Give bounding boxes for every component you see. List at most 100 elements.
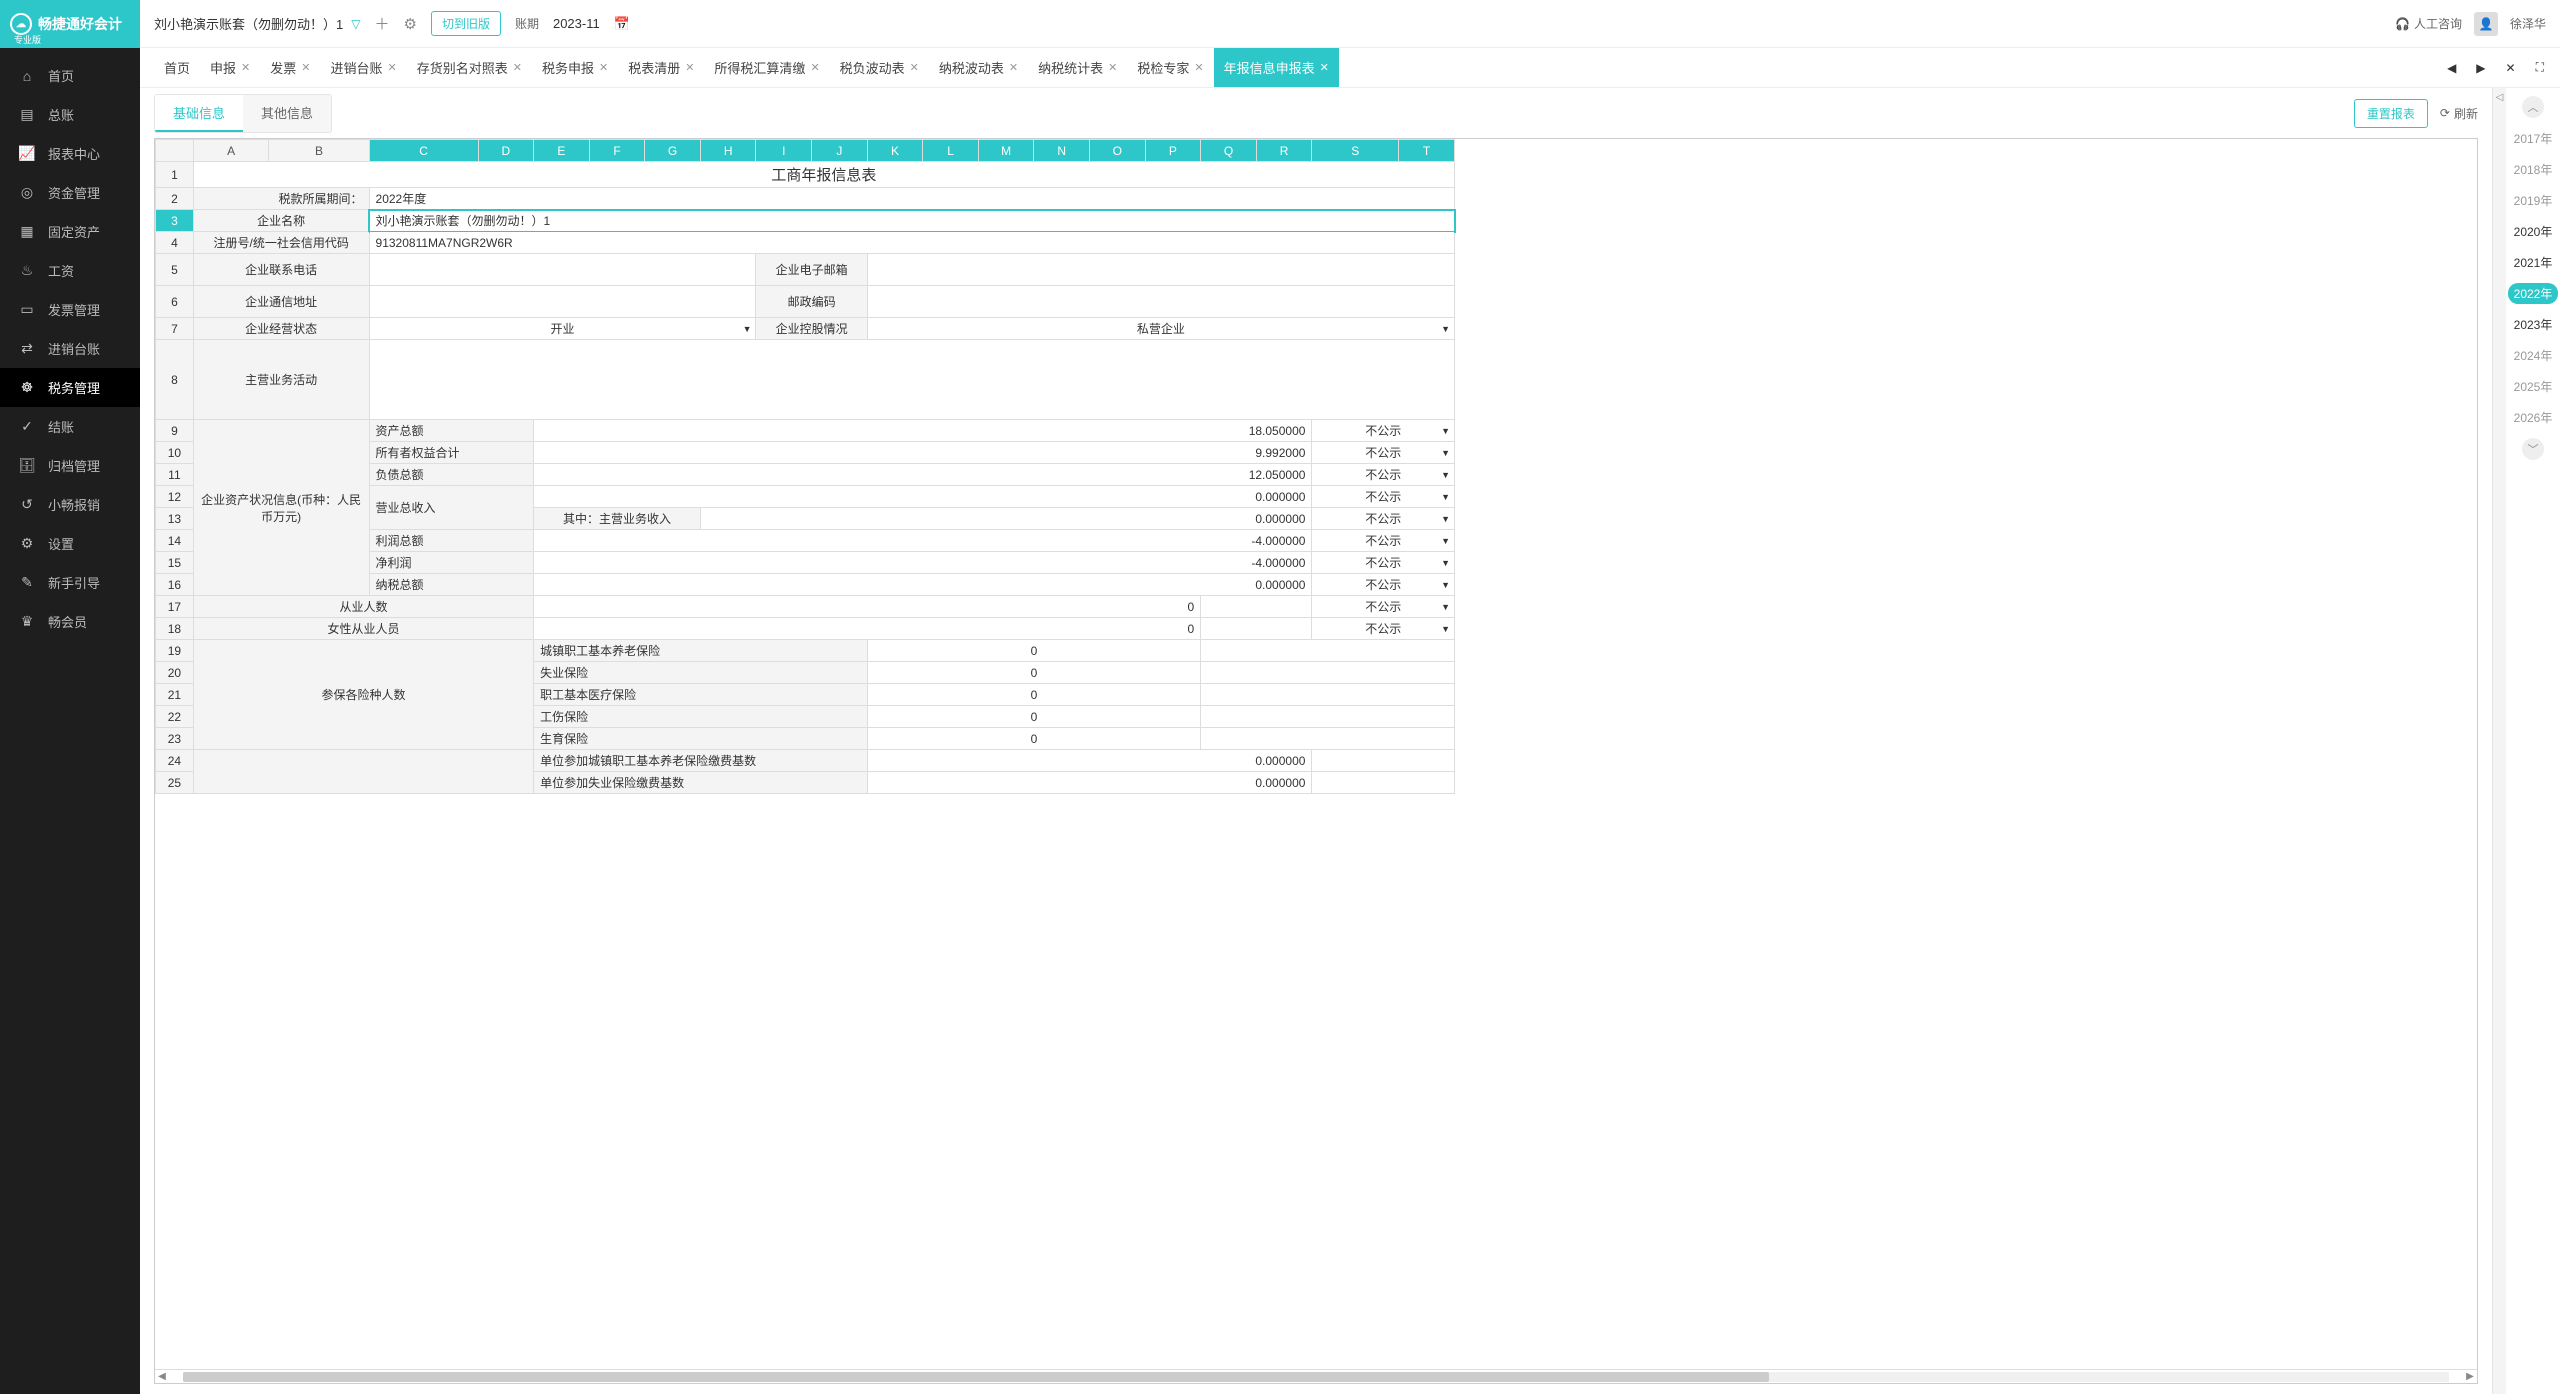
tab-close-icon[interactable]: ✕ bbox=[685, 61, 694, 74]
r22-blank[interactable] bbox=[1201, 706, 1455, 728]
col-header-L[interactable]: L bbox=[923, 140, 979, 162]
gear-icon[interactable]: ⚙ bbox=[403, 15, 416, 33]
col-header-G[interactable]: G bbox=[645, 140, 701, 162]
row-header-11[interactable]: 11 bbox=[156, 464, 194, 486]
nav-item-6[interactable]: ▭发票管理 bbox=[0, 290, 140, 329]
subtab-basic[interactable]: 基础信息 bbox=[155, 95, 243, 132]
dropdown-icon[interactable]: ▼ bbox=[1441, 426, 1450, 436]
r14-vis[interactable]: 不公示▼ bbox=[1312, 530, 1455, 552]
col-header-J[interactable]: J bbox=[812, 140, 868, 162]
col-header-T[interactable]: T bbox=[1399, 140, 1455, 162]
year-item-2020年[interactable]: 2020年 bbox=[2514, 221, 2553, 242]
col-header-O[interactable]: O bbox=[1090, 140, 1146, 162]
r11-value[interactable]: 12.050000 bbox=[534, 464, 1312, 486]
tab-8[interactable]: 税负波动表✕ bbox=[830, 48, 929, 87]
col-header-corner[interactable] bbox=[156, 140, 194, 162]
col-header-S[interactable]: S bbox=[1312, 140, 1399, 162]
tab-10[interactable]: 纳税统计表✕ bbox=[1028, 48, 1127, 87]
row-header-16[interactable]: 16 bbox=[156, 574, 194, 596]
col-header-C[interactable]: C bbox=[369, 140, 478, 162]
year-up-icon[interactable]: ︿ bbox=[2522, 96, 2544, 118]
dropdown-icon[interactable]: ▼ bbox=[1441, 580, 1450, 590]
col-header-F[interactable]: F bbox=[589, 140, 645, 162]
tab-4[interactable]: 存货别名对照表✕ bbox=[407, 48, 532, 87]
period-value-cell[interactable]: 2022年度 bbox=[369, 188, 1454, 210]
row-header-20[interactable]: 20 bbox=[156, 662, 194, 684]
holding-cell[interactable]: 私营企业▼ bbox=[867, 318, 1454, 340]
tab-close-icon[interactable]: ✕ bbox=[1194, 61, 1203, 74]
col-header-K[interactable]: K bbox=[867, 140, 923, 162]
row-header-2[interactable]: 2 bbox=[156, 188, 194, 210]
r24-value[interactable]: 0.000000 bbox=[867, 750, 1312, 772]
row-header-9[interactable]: 9 bbox=[156, 420, 194, 442]
r19-value[interactable]: 0 bbox=[867, 640, 1201, 662]
r15-value[interactable]: -4.000000 bbox=[534, 552, 1312, 574]
r11-vis[interactable]: 不公示▼ bbox=[1312, 464, 1455, 486]
status-cell[interactable]: 开业▼ bbox=[369, 318, 756, 340]
dropdown-icon[interactable]: ▼ bbox=[1441, 514, 1450, 524]
tab-11[interactable]: 税检专家✕ bbox=[1127, 48, 1213, 87]
nav-item-2[interactable]: 📈报表中心 bbox=[0, 134, 140, 173]
nav-item-1[interactable]: ▤总账 bbox=[0, 95, 140, 134]
row-header-8[interactable]: 8 bbox=[156, 340, 194, 420]
r20-value[interactable]: 0 bbox=[867, 662, 1201, 684]
row-header-17[interactable]: 17 bbox=[156, 596, 194, 618]
nav-item-13[interactable]: ✎新手引导 bbox=[0, 563, 140, 602]
nav-item-3[interactable]: ◎资金管理 bbox=[0, 173, 140, 212]
dropdown-icon[interactable]: ▼ bbox=[743, 324, 752, 334]
tab-close-icon[interactable]: ✕ bbox=[1009, 61, 1018, 74]
tab-close-icon[interactable]: ✕ bbox=[1108, 61, 1117, 74]
tel-cell[interactable] bbox=[369, 254, 756, 286]
subtab-other[interactable]: 其他信息 bbox=[243, 95, 331, 132]
r21-blank[interactable] bbox=[1201, 684, 1455, 706]
row-header-12[interactable]: 12 bbox=[156, 486, 194, 508]
dropdown-icon[interactable]: ▼ bbox=[1441, 536, 1450, 546]
nav-item-12[interactable]: ⚙设置 bbox=[0, 524, 140, 563]
mainbiz-cell[interactable] bbox=[369, 340, 1454, 420]
col-header-Q[interactable]: Q bbox=[1201, 140, 1257, 162]
addr-cell[interactable] bbox=[369, 286, 756, 318]
row-header-25[interactable]: 25 bbox=[156, 772, 194, 794]
dropdown-icon[interactable]: ▼ bbox=[1441, 324, 1450, 334]
reset-report-button[interactable]: 重置报表 bbox=[2354, 99, 2428, 128]
r17-value[interactable]: 0 bbox=[534, 596, 1201, 618]
nav-item-9[interactable]: ✓结账 bbox=[0, 407, 140, 446]
dropdown-icon[interactable]: ▼ bbox=[1441, 470, 1450, 480]
r15-vis[interactable]: 不公示▼ bbox=[1312, 552, 1455, 574]
row-header-14[interactable]: 14 bbox=[156, 530, 194, 552]
email-cell[interactable] bbox=[867, 254, 1454, 286]
tab-7[interactable]: 所得税汇算清缴✕ bbox=[704, 48, 829, 87]
r23-blank[interactable] bbox=[1201, 728, 1455, 750]
row-header-5[interactable]: 5 bbox=[156, 254, 194, 286]
r23-value[interactable]: 0 bbox=[867, 728, 1201, 750]
year-down-icon[interactable]: ﹀ bbox=[2522, 438, 2544, 460]
tab-close-icon[interactable]: ✕ bbox=[910, 61, 919, 74]
nav-item-0[interactable]: ⌂首页 bbox=[0, 56, 140, 95]
year-item-2024年[interactable]: 2024年 bbox=[2514, 345, 2553, 366]
col-header-E[interactable]: E bbox=[534, 140, 590, 162]
year-item-2022年[interactable]: 2022年 bbox=[2508, 283, 2559, 304]
row-header-6[interactable]: 6 bbox=[156, 286, 194, 318]
col-header-B[interactable]: B bbox=[269, 140, 369, 162]
r13-value[interactable]: 0.000000 bbox=[700, 508, 1312, 530]
r22-value[interactable]: 0 bbox=[867, 706, 1201, 728]
old-version-button[interactable]: 切到旧版 bbox=[431, 11, 501, 36]
year-item-2018年[interactable]: 2018年 bbox=[2514, 159, 2553, 180]
dropdown-icon[interactable]: ▼ bbox=[1441, 624, 1450, 634]
r16-vis[interactable]: 不公示▼ bbox=[1312, 574, 1455, 596]
row-header-10[interactable]: 10 bbox=[156, 442, 194, 464]
r25-value[interactable]: 0.000000 bbox=[867, 772, 1312, 794]
tab-9[interactable]: 纳税波动表✕ bbox=[929, 48, 1028, 87]
tab-6[interactable]: 税表清册✕ bbox=[618, 48, 704, 87]
tab-close-icon[interactable]: ✕ bbox=[301, 61, 310, 74]
fullscreen-icon[interactable]: ⛶ bbox=[2530, 56, 2550, 79]
add-icon[interactable]: ＋ bbox=[374, 13, 389, 34]
row-header-21[interactable]: 21 bbox=[156, 684, 194, 706]
dropdown-icon[interactable]: ▼ bbox=[1441, 448, 1450, 458]
col-header-R[interactable]: R bbox=[1256, 140, 1312, 162]
dropdown-icon[interactable]: ▼ bbox=[1441, 558, 1450, 568]
tab-close-icon[interactable]: ✕ bbox=[1320, 61, 1329, 74]
nav-item-11[interactable]: ↺小畅报销 bbox=[0, 485, 140, 524]
nav-item-10[interactable]: 🗄归档管理 bbox=[0, 446, 140, 485]
r10-vis[interactable]: 不公示▼ bbox=[1312, 442, 1455, 464]
